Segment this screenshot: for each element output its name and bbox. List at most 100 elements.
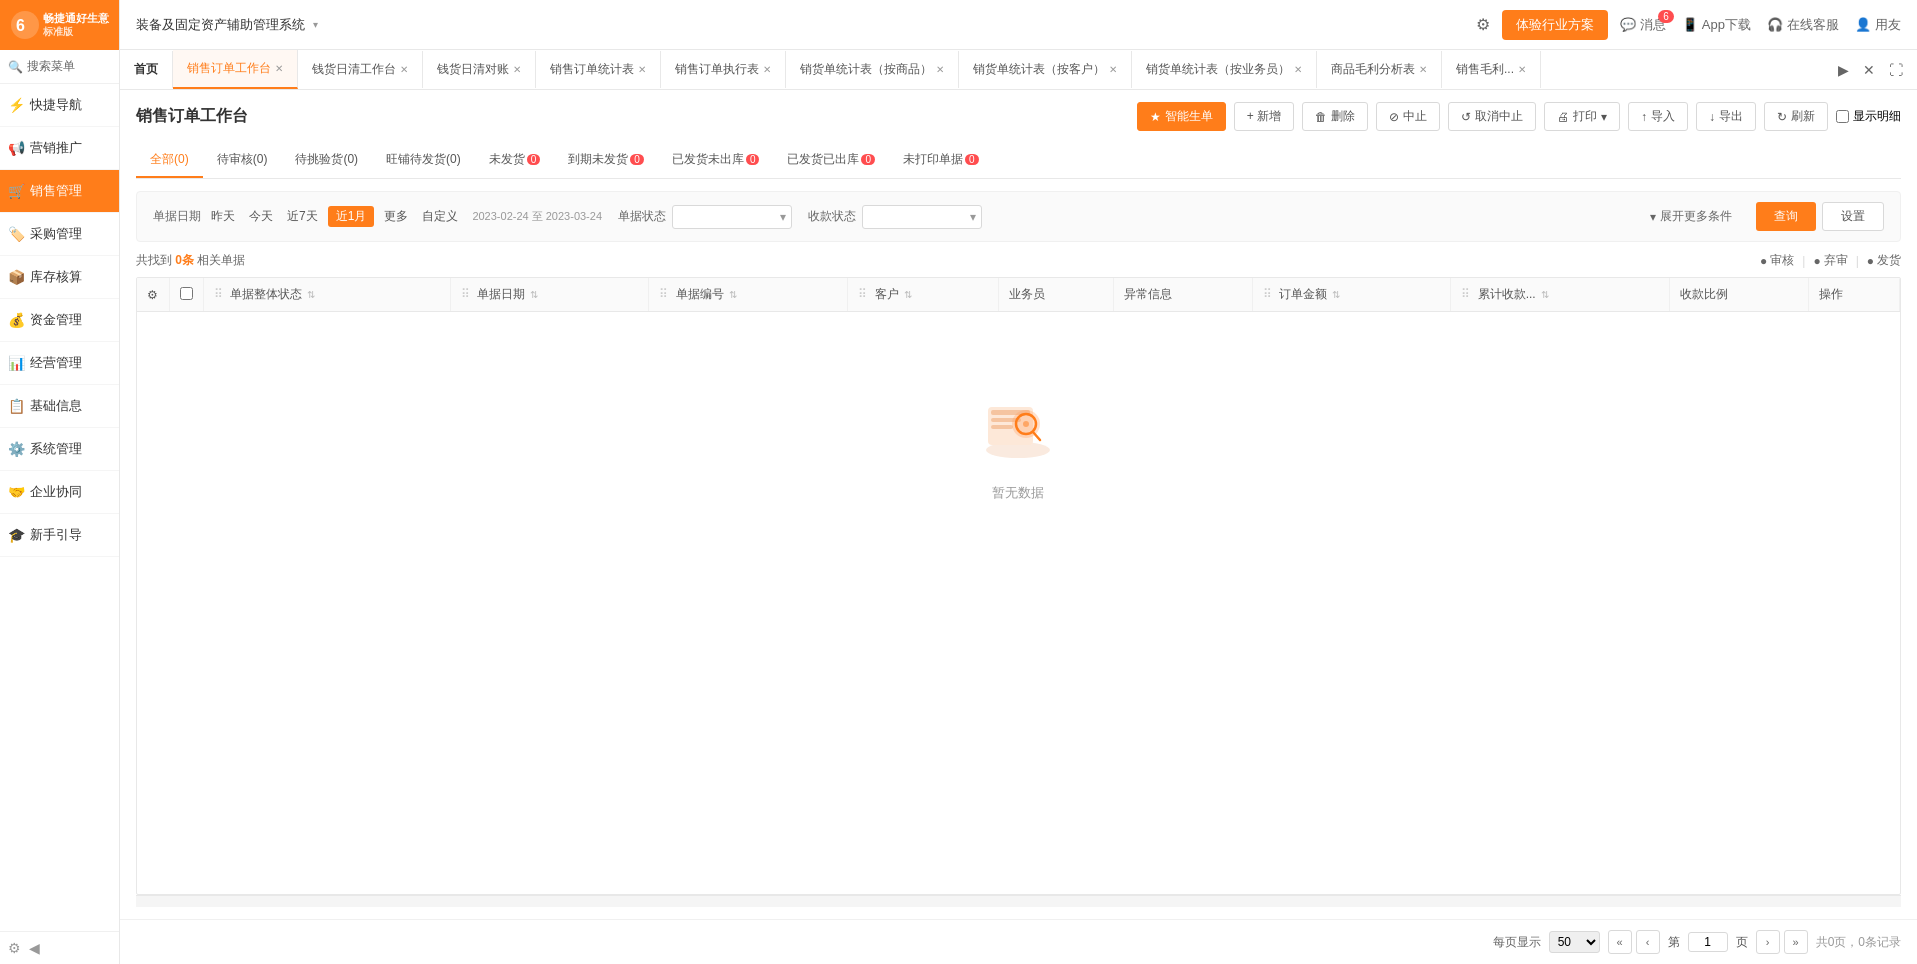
search-menu[interactable]: 🔍 搜索菜单 (0, 50, 119, 84)
tab-sales-stats[interactable]: 销售订单统计表 ✕ (536, 51, 661, 88)
tab-close-cash-reconcile[interactable]: ✕ (513, 64, 521, 75)
tab-close-sales-summary-customer[interactable]: ✕ (1109, 64, 1117, 75)
sub-tab-pending-review[interactable]: 待审核(0) (203, 143, 282, 178)
prev-page-button[interactable]: ‹ (1636, 930, 1660, 954)
sort-number-icon[interactable]: ⇅ (729, 289, 737, 300)
app-download-item[interactable]: 📱 App下载 (1682, 16, 1751, 34)
sub-tab-all[interactable]: 全部(0) (136, 143, 203, 178)
th-drag-date[interactable]: ⠿ (461, 287, 470, 301)
tab-sales-more[interactable]: 销售毛利... ✕ (1442, 51, 1541, 88)
date-opt-7days[interactable]: 近7天 (283, 206, 322, 227)
tab-cash-reconcile[interactable]: 钱货日清对账 ✕ (423, 51, 536, 88)
date-opt-yesterday[interactable]: 昨天 (207, 206, 239, 227)
tab-cash-daily[interactable]: 钱货日清工作台 ✕ (298, 51, 423, 88)
filter-status-select[interactable] (672, 205, 792, 229)
next-page-button[interactable]: › (1756, 930, 1780, 954)
sort-status-icon[interactable]: ⇅ (307, 289, 315, 300)
first-page-button[interactable]: « (1608, 930, 1632, 954)
tab-sales-exec[interactable]: 销售订单执行表 ✕ (661, 51, 786, 88)
date-opt-custom[interactable]: 自定义 (418, 206, 462, 227)
tab-sales-summary-product[interactable]: 销货单统计表（按商品） ✕ (786, 51, 959, 88)
tab-close-all-button[interactable]: ✕ (1857, 58, 1881, 82)
last-page-button[interactable]: » (1784, 930, 1808, 954)
page-size-select[interactable]: 10 20 50 100 (1549, 931, 1600, 953)
th-drag-customer[interactable]: ⠿ (858, 287, 867, 301)
sidebar-item-system[interactable]: ⚙️ 系统管理 (0, 428, 119, 471)
topbar-settings-icon[interactable]: ⚙ (1476, 15, 1490, 34)
tab-home[interactable]: 首页 (120, 51, 173, 88)
th-drag-amount[interactable]: ⠿ (1263, 287, 1272, 301)
tab-scroll-right-button[interactable]: ▶ (1832, 58, 1855, 82)
tab-close-sales-summary-product[interactable]: ✕ (936, 64, 944, 75)
th-settings[interactable]: ⚙ (137, 278, 169, 312)
tab-close-sales-workbench[interactable]: ✕ (275, 63, 283, 74)
sub-tab-shipped-out[interactable]: 已发货已出库0 (773, 143, 889, 178)
message-icon-item[interactable]: 💬 消息 6 (1620, 16, 1666, 34)
sidebar-item-enterprise[interactable]: 🤝 企业协同 (0, 471, 119, 514)
th-checkbox[interactable] (169, 278, 203, 312)
tab-sales-summary-staff[interactable]: 销货单统计表（按业务员） ✕ (1132, 51, 1317, 88)
sub-tab-not-shipped[interactable]: 未发货0 (475, 143, 555, 178)
sort-customer-icon[interactable]: ⇅ (904, 289, 912, 300)
tab-close-sales-exec[interactable]: ✕ (763, 64, 771, 75)
settings-filter-button[interactable]: 设置 (1822, 202, 1884, 231)
sidebar-item-purchase[interactable]: 🏷️ 采购管理 (0, 213, 119, 256)
tab-close-cash-daily[interactable]: ✕ (400, 64, 408, 75)
show-detail-checkbox-label[interactable]: 显示明细 (1836, 108, 1901, 125)
cancel-stop-button[interactable]: ↺ 取消中止 (1448, 102, 1536, 131)
batch-cancel-button[interactable]: ● 弃审 (1813, 252, 1847, 269)
refresh-button[interactable]: ↻ 刷新 (1764, 102, 1828, 131)
sub-tab-expired-not-shipped[interactable]: 到期未发货0 (554, 143, 658, 178)
sidebar-item-base-info[interactable]: 📋 基础信息 (0, 385, 119, 428)
print-button[interactable]: 🖨 打印 ▾ (1544, 102, 1620, 131)
tab-sales-workbench[interactable]: 销售订单工作台 ✕ (173, 50, 298, 89)
th-drag-collected[interactable]: ⠿ (1461, 287, 1470, 301)
settings-bottom-icon[interactable]: ⚙ (8, 940, 21, 956)
filter-payment-select[interactable] (862, 205, 982, 229)
date-opt-1month[interactable]: 近1月 (328, 206, 375, 227)
th-drag-status[interactable]: ⠿ (214, 287, 223, 301)
add-button[interactable]: + 新增 (1234, 102, 1294, 131)
tab-close-sales-more[interactable]: ✕ (1518, 64, 1526, 75)
expand-more-button[interactable]: ▾ 展开更多条件 (1650, 208, 1732, 225)
topbar-dropdown-arrow[interactable]: ▾ (313, 19, 318, 30)
sidebar-item-quick-nav[interactable]: ⚡ 快捷导航 (0, 84, 119, 127)
sort-collected-icon[interactable]: ⇅ (1541, 289, 1549, 300)
sub-tab-not-printed[interactable]: 未打印单据0 (889, 143, 993, 178)
sidebar-item-sales[interactable]: 🛒 销售管理 (0, 170, 119, 213)
delete-button[interactable]: 🗑 删除 (1302, 102, 1368, 131)
industry-solution-button[interactable]: 体验行业方案 (1502, 10, 1608, 40)
sub-tab-wangpu-pending[interactable]: 旺铺待发货(0) (372, 143, 475, 178)
sidebar-item-marketing[interactable]: 📢 营销推广 (0, 127, 119, 170)
sidebar-item-inventory[interactable]: 📦 库存核算 (0, 256, 119, 299)
tab-sales-summary-customer[interactable]: 销货单统计表（按客户） ✕ (959, 51, 1132, 88)
batch-audit-button[interactable]: ● 审核 (1760, 252, 1794, 269)
date-opt-today[interactable]: 今天 (245, 206, 277, 227)
sub-tab-pending-inspect[interactable]: 待挑验货(0) (281, 143, 372, 178)
tab-close-product-margin[interactable]: ✕ (1419, 64, 1427, 75)
sidebar-item-operation[interactable]: 📊 经营管理 (0, 342, 119, 385)
show-detail-checkbox[interactable] (1836, 110, 1849, 123)
export-button[interactable]: ↓ 导出 (1696, 102, 1756, 131)
date-opt-more[interactable]: 更多 (380, 206, 412, 227)
sort-amount-icon[interactable]: ⇅ (1332, 289, 1340, 300)
sidebar-item-finance[interactable]: 💰 资金管理 (0, 299, 119, 342)
smart-generate-button[interactable]: ★ 智能生单 (1137, 102, 1226, 131)
th-drag-number[interactable]: ⠿ (659, 287, 668, 301)
sidebar-item-newbie[interactable]: 🎓 新手引导 (0, 514, 119, 557)
import-button[interactable]: ↑ 导入 (1628, 102, 1688, 131)
query-button[interactable]: 查询 (1756, 202, 1816, 231)
select-all-checkbox[interactable] (180, 287, 193, 300)
tab-close-sales-summary-staff[interactable]: ✕ (1294, 64, 1302, 75)
tab-maximize-button[interactable]: ⛶ (1883, 58, 1909, 82)
batch-ship-button[interactable]: ● 发货 (1867, 252, 1901, 269)
tab-close-sales-stats[interactable]: ✕ (638, 64, 646, 75)
online-service-item[interactable]: 🎧 在线客服 (1767, 16, 1839, 34)
stop-button[interactable]: ⊘ 中止 (1376, 102, 1440, 131)
horizontal-scrollbar[interactable] (136, 895, 1901, 907)
sub-tab-shipped-not-out[interactable]: 已发货未出库0 (658, 143, 774, 178)
sort-date-icon[interactable]: ⇅ (530, 289, 538, 300)
tab-product-margin[interactable]: 商品毛利分析表 ✕ (1317, 51, 1442, 88)
user-item[interactable]: 👤 用友 (1855, 16, 1901, 34)
collapse-sidebar-icon[interactable]: ◀ (29, 940, 40, 956)
